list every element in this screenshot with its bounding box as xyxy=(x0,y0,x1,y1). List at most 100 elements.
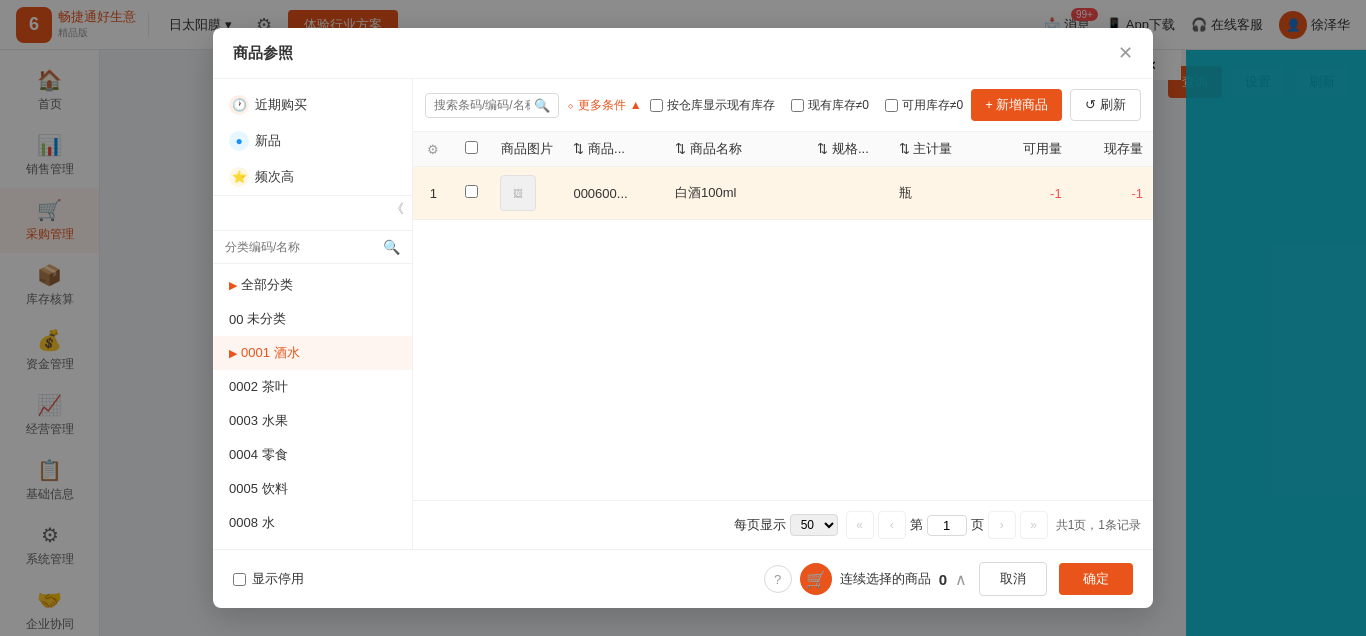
checkbox-available-nonzero-input[interactable] xyxy=(885,99,898,112)
col-unit-header[interactable]: ⇅ 主计量 xyxy=(889,132,970,167)
col-img-header: 商品图片 xyxy=(490,132,563,167)
checkbox-stock-nonzero-label: 现有库存≠0 xyxy=(808,97,869,114)
page-nav: « ‹ 第 页 › » xyxy=(846,511,1048,539)
col-settings[interactable]: ⚙ xyxy=(413,132,454,167)
modal-overlay: 商品参照 ✕ 🕐 近期购买 ● 新品 ⭐ 频次高 xyxy=(0,0,1366,636)
category-search-input[interactable] xyxy=(225,240,377,254)
col-code-header[interactable]: ⇅ 商品... xyxy=(563,132,665,167)
row-img-cell: 🖼 xyxy=(490,167,563,220)
page-first-btn[interactable]: « xyxy=(846,511,874,539)
category-0001[interactable]: ▶ 0001 酒水 xyxy=(213,336,412,370)
row-available: -1 xyxy=(970,167,1072,220)
refresh-btn[interactable]: ↺ 刷新 xyxy=(1070,89,1141,121)
product-search-input[interactable] xyxy=(434,98,530,112)
checkbox-available-nonzero-label: 可用库存≠0 xyxy=(902,97,963,114)
show-disabled-checkbox[interactable] xyxy=(233,573,246,586)
col-checkbox xyxy=(454,132,491,167)
page-prev-btn[interactable]: ‹ xyxy=(878,511,906,539)
col-code-label: 商品... xyxy=(588,141,625,156)
col-stock-label: 现存量 xyxy=(1104,141,1143,156)
product-table: ⚙ 商品图片 ⇅ 商品... ⇅ xyxy=(413,132,1153,220)
help-btn[interactable]: ? xyxy=(764,565,792,593)
select-all-checkbox[interactable] xyxy=(465,141,478,154)
col-name-header[interactable]: ⇅ 商品名称 xyxy=(665,132,807,167)
category-0004-label: 0004 零食 xyxy=(229,446,288,464)
category-0003[interactable]: 0003 水果 xyxy=(213,404,412,438)
category-0005-label: 0005 饮料 xyxy=(229,480,288,498)
search-icon[interactable]: 🔍 xyxy=(383,239,400,255)
row-stock: -1 xyxy=(1072,167,1153,220)
add-product-btn[interactable]: + 新增商品 xyxy=(971,89,1062,121)
cart-icon: 🛒 xyxy=(806,570,826,589)
quick-link-recent[interactable]: 🕐 近期购买 xyxy=(213,87,412,123)
page-last-btn[interactable]: » xyxy=(1020,511,1048,539)
checkbox-warehouse-input[interactable] xyxy=(650,99,663,112)
filter-checkboxes: 按仓库显示现有库存 现有库存≠0 可用库存≠0 xyxy=(650,97,964,114)
freq-icon: ⭐ xyxy=(229,167,249,187)
sort-icon-code: ⇅ xyxy=(573,141,584,156)
category-all[interactable]: ▶ 全部分类 xyxy=(213,268,412,302)
checkbox-stock-nonzero[interactable]: 现有库存≠0 xyxy=(791,97,869,114)
filter-btn[interactable]: ⬦ 更多条件 ▲ xyxy=(567,97,642,114)
filter-icon: ⬦ xyxy=(567,98,574,112)
product-image: 🖼 xyxy=(500,175,536,211)
help-icon: ? xyxy=(774,572,781,587)
category-0008-label: 0008 水 xyxy=(229,514,275,532)
col-spec-header[interactable]: ⇅ 规格... xyxy=(807,132,888,167)
per-page-label: 每页显示 xyxy=(734,516,786,534)
checkbox-available-nonzero[interactable]: 可用库存≠0 xyxy=(885,97,963,114)
quick-link-new[interactable]: ● 新品 xyxy=(213,123,412,159)
category-0005[interactable]: 0005 饮料 xyxy=(213,472,412,506)
footer-cart: ? 🛒 连续选择的商品 0 ∧ xyxy=(764,563,967,595)
cart-count: 0 xyxy=(939,571,947,588)
per-page-dropdown[interactable]: 50 xyxy=(790,514,838,536)
collapse-left-btn[interactable]: 《 xyxy=(213,195,412,222)
footer-collapse-btn[interactable]: ∧ xyxy=(955,570,967,589)
confirm-btn[interactable]: 确定 xyxy=(1059,563,1133,595)
cancel-btn[interactable]: 取消 xyxy=(979,562,1047,596)
category-search: 🔍 xyxy=(213,231,412,264)
category-00[interactable]: 00 未分类 xyxy=(213,302,412,336)
col-unit-label: 主计量 xyxy=(913,141,952,156)
toolbar-right: + 新增商品 ↺ 刷新 xyxy=(971,89,1141,121)
filter-arrow-icon: ▲ xyxy=(630,98,642,112)
category-0002-label: 0002 茶叶 xyxy=(229,378,288,396)
category-0002[interactable]: 0002 茶叶 xyxy=(213,370,412,404)
table-toolbar: 🔍 ⬦ 更多条件 ▲ 按仓库显示现有库存 现 xyxy=(413,79,1153,132)
checkbox-stock-nonzero-input[interactable] xyxy=(791,99,804,112)
left-panel: 🕐 近期购买 ● 新品 ⭐ 频次高 《 xyxy=(213,79,413,549)
cart-icon-btn[interactable]: 🛒 xyxy=(800,563,832,595)
sort-icon-spec: ⇅ xyxy=(817,141,828,156)
category-0004[interactable]: 0004 零食 xyxy=(213,438,412,472)
right-panel: 🔍 ⬦ 更多条件 ▲ 按仓库显示现有库存 现 xyxy=(413,79,1153,549)
row-code: 000600... xyxy=(563,167,665,220)
col-available-label: 可用量 xyxy=(1023,141,1062,156)
category-0003-label: 0003 水果 xyxy=(229,412,288,430)
pagination: 每页显示 50 « ‹ 第 页 › » 共1页，1条记录 xyxy=(413,500,1153,549)
product-reference-modal: 商品参照 ✕ 🕐 近期购买 ● 新品 ⭐ 频次高 xyxy=(213,28,1153,608)
row-checkbox-cell xyxy=(454,167,491,220)
sort-icon-name: ⇅ xyxy=(675,141,686,156)
category-0010[interactable]: 0010 家电 xyxy=(213,540,412,549)
recent-label: 近期购买 xyxy=(255,96,307,114)
sort-icon-unit: ⇅ xyxy=(899,141,910,156)
category-0001-arrow: ▶ xyxy=(229,347,237,360)
col-available-header: 可用量 xyxy=(970,132,1072,167)
new-product-icon: ● xyxy=(229,131,249,151)
quick-link-freq[interactable]: ⭐ 频次高 xyxy=(213,159,412,195)
checkbox-warehouse[interactable]: 按仓库显示现有库存 xyxy=(650,97,775,114)
page-number-input[interactable] xyxy=(927,515,967,536)
category-0008[interactable]: 0008 水 xyxy=(213,506,412,540)
page-next-btn[interactable]: › xyxy=(988,511,1016,539)
row-name: 白酒100ml xyxy=(665,167,807,220)
quick-links: 🕐 近期购买 ● 新品 ⭐ 频次高 《 xyxy=(213,79,412,231)
category-0001-label: 0001 酒水 xyxy=(241,344,300,362)
category-list: ▶ 全部分类 00 未分类 ▶ 0001 酒水 0002 茶叶 xyxy=(213,264,412,549)
modal-close-btn[interactable]: ✕ xyxy=(1118,42,1133,64)
page-suffix: 页 xyxy=(971,516,984,534)
table-row[interactable]: 1 🖼 000600... 白酒100ml 瓶 -1 -1 xyxy=(413,167,1153,220)
show-disabled-check[interactable]: 显示停用 xyxy=(233,570,304,588)
row-checkbox[interactable] xyxy=(465,185,478,198)
page-label: 第 xyxy=(910,516,923,534)
search-submit-icon[interactable]: 🔍 xyxy=(534,98,550,113)
